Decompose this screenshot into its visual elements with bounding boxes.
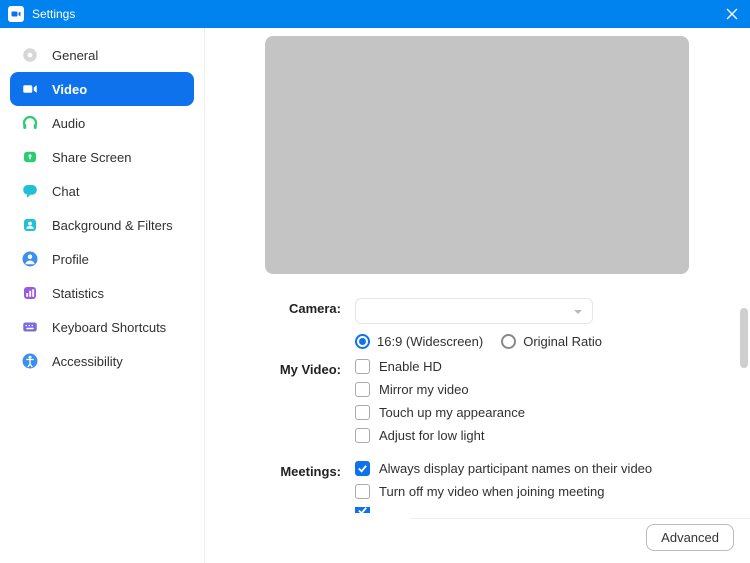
sidebar-item-label: Chat: [52, 184, 79, 199]
meetings-label: Meetings:: [265, 461, 355, 521]
turn-off-video-label: Turn off my video when joining meeting: [379, 484, 604, 499]
sidebar-item-label: Accessibility: [52, 354, 123, 369]
ratio-widescreen-option[interactable]: 16:9 (Widescreen): [355, 334, 483, 349]
touch-up-checkbox[interactable]: Touch up my appearance: [355, 405, 690, 420]
sidebar-item-statistics[interactable]: Statistics: [10, 276, 194, 310]
video-icon: [20, 79, 40, 99]
checkbox-icon: [355, 484, 370, 499]
gear-icon: [20, 45, 40, 65]
profile-icon: [20, 249, 40, 269]
sidebar-item-label: General: [52, 48, 98, 63]
content: General Video Audio Share Screen Chat: [0, 28, 750, 563]
keyboard-icon: [20, 317, 40, 337]
enable-hd-label: Enable HD: [379, 359, 442, 374]
partial-checkbox[interactable]: [355, 507, 690, 513]
checkbox-icon: [355, 359, 370, 374]
background-filters-icon: [20, 215, 40, 235]
advanced-button[interactable]: Advanced: [646, 524, 734, 551]
checkbox-icon: [355, 428, 370, 443]
sidebar-item-keyboard-shortcuts[interactable]: Keyboard Shortcuts: [10, 310, 194, 344]
sidebar-item-label: Audio: [52, 116, 85, 131]
sidebar-item-label: Share Screen: [52, 150, 132, 165]
checkbox-icon: [355, 461, 370, 476]
display-names-label: Always display participant names on thei…: [379, 461, 652, 476]
my-video-label: My Video:: [265, 359, 355, 451]
accessibility-icon: [20, 351, 40, 371]
sidebar-item-label: Keyboard Shortcuts: [52, 320, 166, 335]
close-button[interactable]: [722, 4, 742, 24]
camera-label: Camera:: [265, 298, 355, 349]
sidebar-item-profile[interactable]: Profile: [10, 242, 194, 276]
touch-up-label: Touch up my appearance: [379, 405, 525, 420]
headphones-icon: [20, 113, 40, 133]
checkbox-icon: [355, 507, 370, 513]
sidebar-item-share-screen[interactable]: Share Screen: [10, 140, 194, 174]
radio-icon: [501, 334, 516, 349]
sidebar-item-label: Video: [52, 82, 87, 97]
turn-off-video-checkbox[interactable]: Turn off my video when joining meeting: [355, 484, 690, 499]
chat-icon: [20, 181, 40, 201]
main-panel: Camera: 16:9 (Widescreen) Original Ratio: [205, 28, 750, 563]
enable-hd-checkbox[interactable]: Enable HD: [355, 359, 690, 374]
sidebar-item-label: Profile: [52, 252, 89, 267]
display-names-checkbox[interactable]: Always display participant names on thei…: [355, 461, 690, 476]
low-light-label: Adjust for low light: [379, 428, 485, 443]
sidebar-item-video[interactable]: Video: [10, 72, 194, 106]
titlebar: Settings: [0, 0, 750, 28]
statistics-icon: [20, 283, 40, 303]
low-light-checkbox[interactable]: Adjust for low light: [355, 428, 690, 443]
mirror-checkbox[interactable]: Mirror my video: [355, 382, 690, 397]
sidebar: General Video Audio Share Screen Chat: [0, 28, 205, 563]
camera-dropdown[interactable]: [355, 298, 593, 324]
zoom-app-icon: [8, 6, 24, 22]
ratio-original-label: Original Ratio: [523, 334, 602, 349]
video-preview: [265, 36, 689, 274]
checkbox-icon: [355, 382, 370, 397]
ratio-widescreen-label: 16:9 (Widescreen): [377, 334, 483, 349]
sidebar-item-label: Background & Filters: [52, 218, 173, 233]
ratio-original-option[interactable]: Original Ratio: [501, 334, 602, 349]
divider: [410, 518, 750, 519]
sidebar-item-label: Statistics: [52, 286, 104, 301]
checkbox-icon: [355, 405, 370, 420]
window-title: Settings: [32, 7, 75, 21]
sidebar-item-accessibility[interactable]: Accessibility: [10, 344, 194, 378]
sidebar-item-audio[interactable]: Audio: [10, 106, 194, 140]
sidebar-item-chat[interactable]: Chat: [10, 174, 194, 208]
share-screen-icon: [20, 147, 40, 167]
sidebar-item-general[interactable]: General: [10, 38, 194, 72]
radio-icon: [355, 334, 370, 349]
scrollbar-thumb[interactable]: [740, 308, 748, 368]
sidebar-item-background-filters[interactable]: Background & Filters: [10, 208, 194, 242]
mirror-label: Mirror my video: [379, 382, 469, 397]
